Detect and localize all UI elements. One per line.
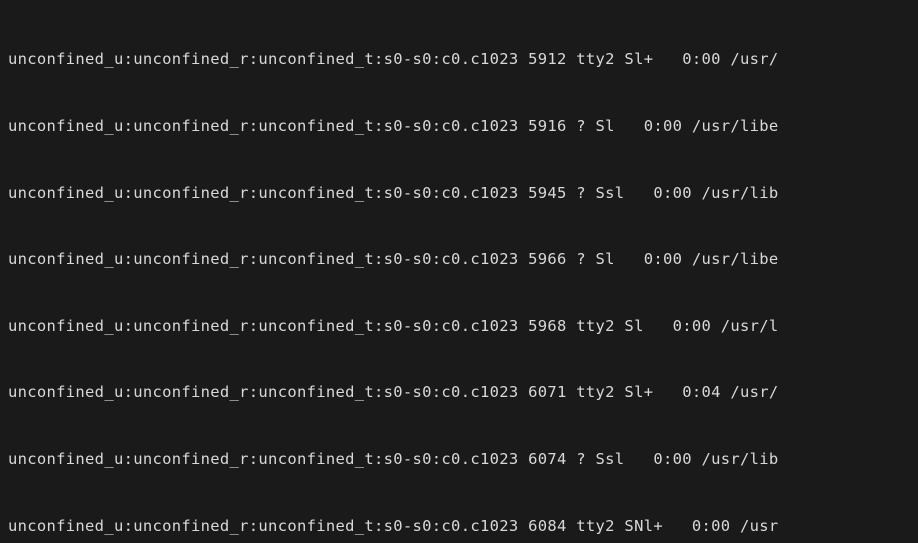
ps-row: unconfined_u:unconfined_r:unconfined_t:s… — [8, 115, 910, 137]
ps-row: unconfined_u:unconfined_r:unconfined_t:s… — [8, 515, 910, 537]
ps-row: unconfined_u:unconfined_r:unconfined_t:s… — [8, 48, 910, 70]
ps-row: unconfined_u:unconfined_r:unconfined_t:s… — [8, 381, 910, 403]
ps-row: unconfined_u:unconfined_r:unconfined_t:s… — [8, 248, 910, 270]
ps-row: unconfined_u:unconfined_r:unconfined_t:s… — [8, 315, 910, 337]
ps-row: unconfined_u:unconfined_r:unconfined_t:s… — [8, 182, 910, 204]
ps-row: unconfined_u:unconfined_r:unconfined_t:s… — [8, 448, 910, 470]
terminal-output[interactable]: unconfined_u:unconfined_r:unconfined_t:s… — [0, 0, 918, 543]
